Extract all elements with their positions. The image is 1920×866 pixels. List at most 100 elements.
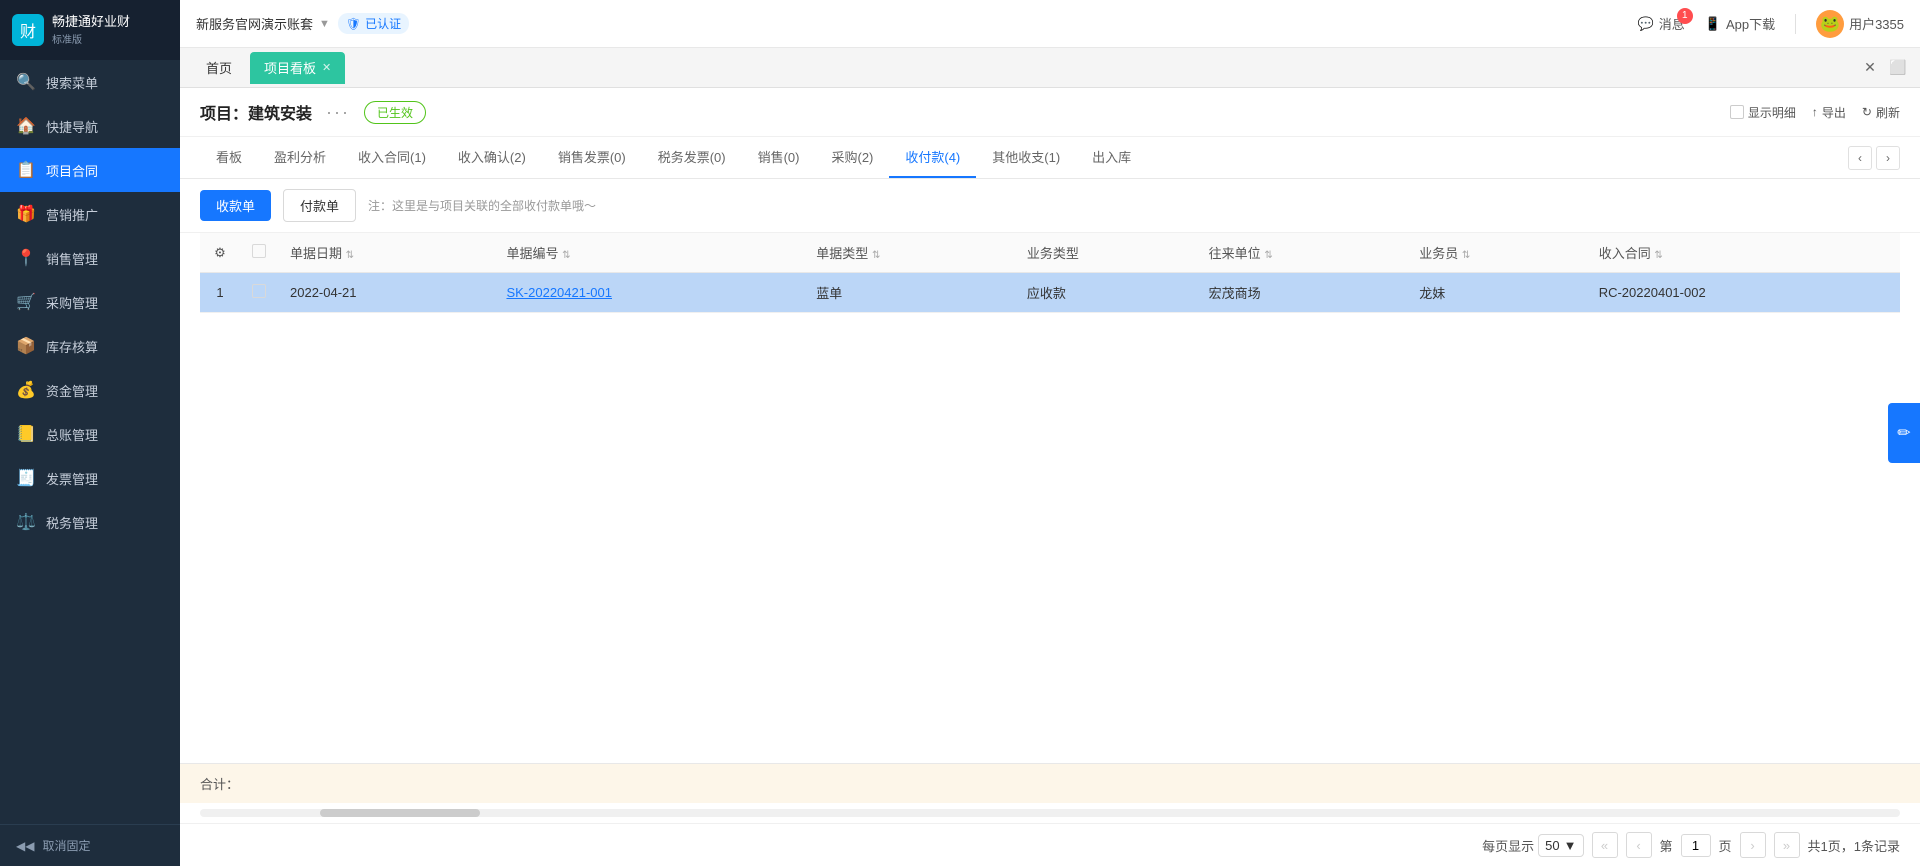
row-checkbox[interactable] <box>252 284 266 298</box>
subtab-income-confirm[interactable]: 收入确认(2) <box>442 137 542 178</box>
sidebar-item-marketing[interactable]: 🎁 营销推广 <box>0 192 180 236</box>
topbar-right: 💬 消息 1 📱 App下载 🐸 用户3355 <box>1638 10 1904 38</box>
first-page-button[interactable]: « <box>1592 832 1618 858</box>
col-date[interactable]: 单据日期 ⇅ <box>278 233 494 273</box>
sidebar-item-invoice-mgmt[interactable]: 🧾 发票管理 <box>0 456 180 500</box>
sidebar-item-purchase-mgmt[interactable]: 🛒 采购管理 <box>0 280 180 324</box>
certified-badge: 🛡 已认证 <box>338 13 409 34</box>
scroll-area <box>180 803 1920 823</box>
horizontal-scrollbar[interactable] <box>200 809 1900 817</box>
col-salesman-label: 业务员 <box>1419 246 1458 261</box>
col-number[interactable]: 单据编号 ⇅ <box>494 233 804 273</box>
subtab-tax-invoice[interactable]: 税务发票(0) <box>642 137 742 178</box>
row-number-link[interactable]: SK-20220421-001 <box>506 285 612 300</box>
more-options-button[interactable]: ··· <box>326 102 350 123</box>
table-row[interactable]: 1 2022-04-21 SK-20220421-001 蓝单 应收款 宏茂商场… <box>200 273 1900 313</box>
row-partner: 宏茂商场 <box>1197 273 1408 313</box>
brand-info: 畅捷通好业财 标准版 <box>52 14 130 46</box>
user-menu[interactable]: 🐸 用户3355 <box>1816 10 1904 38</box>
sidebar-item-quick-nav[interactable]: 🏠 快捷导航 <box>0 104 180 148</box>
page-input[interactable] <box>1681 834 1711 857</box>
content-area: 项目：建筑安装 ··· 已生效 显示明细 ↑ 导出 ↻ 刷新 <box>180 88 1920 866</box>
message-badge: 1 <box>1677 8 1693 24</box>
filter-note: 注：这里是与项目关联的全部收付款单哦～ <box>368 197 596 214</box>
tab-home-label: 首页 <box>206 58 232 77</box>
scrollbar-thumb[interactable] <box>320 809 480 817</box>
select-all-checkbox[interactable] <box>252 244 266 258</box>
maximize-button[interactable]: ⬜ <box>1888 58 1908 78</box>
subtab-profit[interactable]: 盈利分析 <box>258 137 342 178</box>
row-income-contract: RC-20220401-002 <box>1587 273 1900 313</box>
subtab-collection[interactable]: 收付款(4) <box>889 137 976 178</box>
subtab-sales-invoice[interactable]: 销售发票(0) <box>542 137 642 178</box>
page-size-select[interactable]: 50 ▼ <box>1538 834 1583 857</box>
app-download-label: App下载 <box>1726 14 1775 33</box>
box-icon: 📦 <box>16 336 36 356</box>
subtab-next-button[interactable]: › <box>1876 146 1900 170</box>
show-detail-toggle[interactable]: 显示明细 <box>1730 104 1796 121</box>
payment-tab-button[interactable]: 付款单 <box>283 189 356 222</box>
next-page-button[interactable]: › <box>1740 832 1766 858</box>
subtab-other-expense-label: 其他收支(1) <box>992 150 1060 165</box>
col-income-contract[interactable]: 收入合同 ⇅ <box>1587 233 1900 273</box>
refresh-label: 刷新 <box>1876 104 1900 121</box>
sidebar-item-tax-mgmt[interactable]: ⚖️ 税务管理 <box>0 500 180 544</box>
pin-icon: 📍 <box>16 248 36 268</box>
subtab-purchase[interactable]: 采购(2) <box>815 137 889 178</box>
total-pages: 共1页，1条记录 <box>1808 836 1900 855</box>
subtab-tax-invoice-label: 税务发票(0) <box>658 150 726 165</box>
floating-edit-button[interactable]: ✏ <box>1888 403 1920 463</box>
gift-icon: 🎁 <box>16 204 36 224</box>
sidebar-item-sales-mgmt[interactable]: 📍 销售管理 <box>0 236 180 280</box>
dropdown-icon: ▼ <box>1564 838 1577 853</box>
checkbox-icon <box>1730 105 1744 119</box>
demo-account-selector[interactable]: 新服务官网演示账套 ▼ <box>196 14 330 33</box>
collection-tab-button[interactable]: 收款单 <box>200 190 271 221</box>
prev-page-button[interactable]: ‹ <box>1626 832 1652 858</box>
refresh-button[interactable]: ↻ 刷新 <box>1862 104 1900 121</box>
last-page-button[interactable]: » <box>1774 832 1800 858</box>
subtab-income-contract[interactable]: 收入合同(1) <box>342 137 442 178</box>
home-icon: 🏠 <box>16 116 36 136</box>
col-salesman[interactable]: 业务员 ⇅ <box>1407 233 1586 273</box>
sidebar-unpin[interactable]: ◀◀ 取消固定 <box>0 824 180 866</box>
col-settings[interactable]: ⚙ <box>200 233 240 273</box>
col-type[interactable]: 单据类型 ⇅ <box>804 233 1015 273</box>
app-download-button[interactable]: 📱 App下载 <box>1705 14 1775 33</box>
tab-project-board[interactable]: 项目看板 ✕ <box>250 52 345 84</box>
chevron-down-icon: ▼ <box>319 18 330 30</box>
subtab-kanban[interactable]: 看板 <box>200 137 258 178</box>
sidebar-item-fund-mgmt[interactable]: 💰 资金管理 <box>0 368 180 412</box>
sidebar-item-search[interactable]: 🔍 搜索菜单 <box>0 60 180 104</box>
subtab-other-expense[interactable]: 其他收支(1) <box>976 137 1076 178</box>
tab-close-icon[interactable]: ✕ <box>322 61 331 74</box>
col-partner[interactable]: 往来单位 ⇅ <box>1197 233 1408 273</box>
page-end-label: 页 <box>1719 836 1732 855</box>
close-button[interactable]: ✕ <box>1860 58 1880 78</box>
sidebar-item-label: 营销推广 <box>46 205 98 224</box>
export-button[interactable]: ↑ 导出 <box>1812 104 1846 121</box>
subtab-sales[interactable]: 销售(0) <box>742 137 816 178</box>
subtab-collection-label: 收付款(4) <box>905 150 960 165</box>
message-button[interactable]: 💬 消息 1 <box>1638 14 1685 33</box>
col-checkbox <box>240 233 278 273</box>
avatar: 🐸 <box>1816 10 1844 38</box>
sidebar-item-ledger-mgmt[interactable]: 📒 总账管理 <box>0 412 180 456</box>
content-header-right: 显示明细 ↑ 导出 ↻ 刷新 <box>1730 104 1900 121</box>
export-icon: ↑ <box>1812 105 1818 119</box>
sidebar-item-inventory[interactable]: 📦 库存核算 <box>0 324 180 368</box>
col-date-label: 单据日期 <box>290 246 342 261</box>
sidebar-item-project-contract[interactable]: 📋 项目合同 <box>0 148 180 192</box>
certified-label: 已认证 <box>365 15 401 32</box>
total-label: 合计： <box>200 777 239 792</box>
subtab-prev-button[interactable]: ‹ <box>1848 146 1872 170</box>
row-number[interactable]: SK-20220421-001 <box>494 273 804 313</box>
search-icon: 🔍 <box>16 72 36 92</box>
next-icon: › <box>1750 838 1754 853</box>
tab-home[interactable]: 首页 <box>192 52 246 84</box>
page-label: 第 <box>1660 836 1673 855</box>
sort-icon: ⇅ <box>562 250 570 261</box>
subtab-inout[interactable]: 出入库 <box>1076 137 1147 178</box>
cart-icon: 🛒 <box>16 292 36 312</box>
edition-label: 标准版 <box>52 31 130 46</box>
